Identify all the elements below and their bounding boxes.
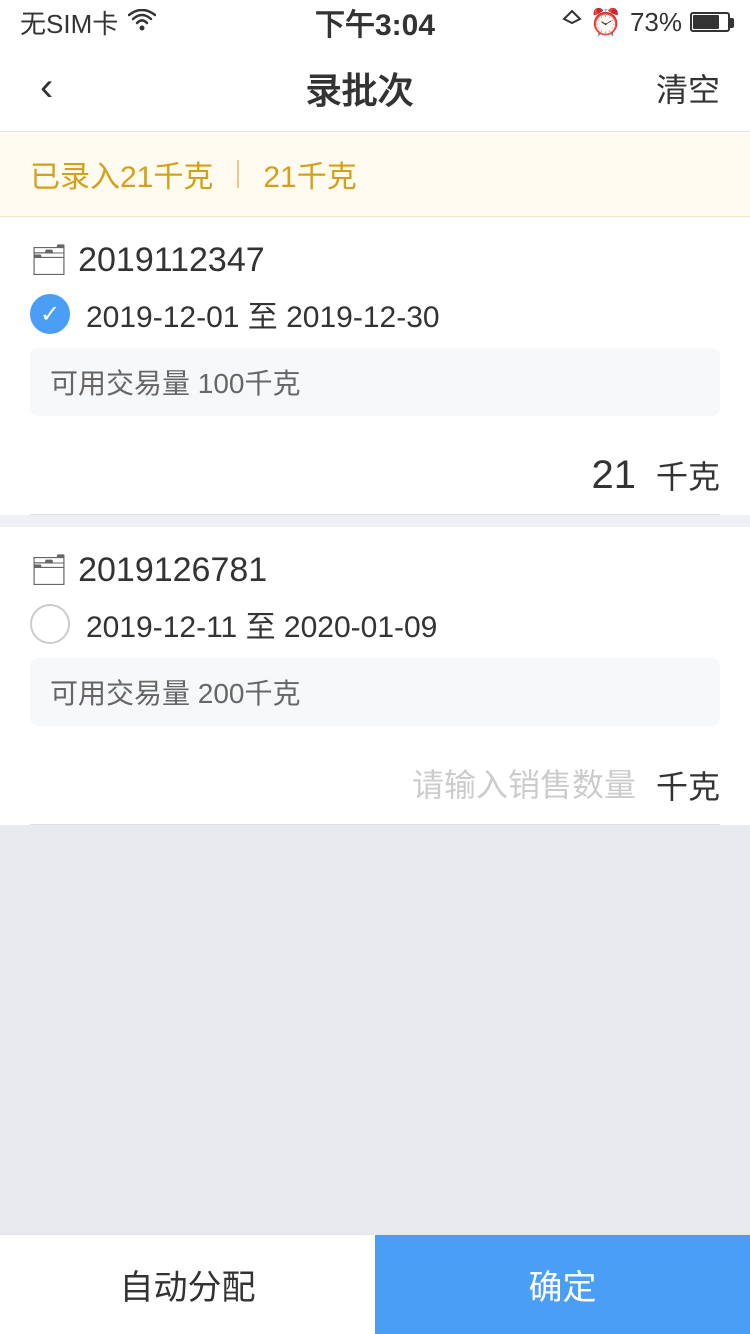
batch-date-1: 2019-12-01 至 2019-12-30 [86,292,440,336]
batch-date-2: 2019-12-11 至 2020-01-09 [86,602,437,646]
summary-divider [237,160,239,188]
status-signal: 无SIM卡 [20,4,156,41]
summary-banner: 已录入21千克 21千克 [0,132,750,217]
auto-distribute-button[interactable]: 自动分配 [0,1235,375,1334]
batch-number-1: 2019112347 [78,241,265,280]
clear-button[interactable]: 清空 [656,65,720,111]
batch-available-2: 可用交易量 200千克 [30,658,720,726]
quantity-row-1: 21 千克 [0,436,750,514]
gray-fill-area [0,825,750,1234]
content-wrapper: 已录入21千克 21千克 🗂 2019112347 ✓ 2019-12-01 至… [0,132,750,1234]
batch-header-1: 🗂 2019112347 [0,217,750,292]
quantity-row-2: 千克 [0,746,750,824]
summary-label: 已录入21千克 [30,152,213,196]
page-title: 录批次 [306,62,414,114]
batch-number-2: 2019126781 [78,551,267,590]
batch-icon-1: 🗂 [30,243,68,278]
quantity-value-1: 21 [30,453,636,498]
wifi-icon [128,7,156,38]
quantity-input-2[interactable] [30,767,636,804]
batch-date-row-1: ✓ 2019-12-01 至 2019-12-30 [0,292,750,348]
radio-button-1[interactable]: ✓ [30,294,70,334]
batch-card-2: 🗂 2019126781 2019-12-11 至 2020-01-09 可用交… [0,527,750,825]
batch-header-2: 🗂 2019126781 [0,527,750,602]
alarm-icon: ⏰ [590,7,622,38]
batch-icon-2: 🗂 [30,553,68,588]
status-right: ⏰ 73% [562,7,730,38]
check-icon-1: ✓ [40,300,60,329]
summary-amount: 21千克 [263,152,356,196]
batch-available-1: 可用交易量 100千克 [30,348,720,416]
battery-icon [690,12,730,32]
battery-text: 73% [630,7,682,38]
quantity-unit-1: 千克 [656,452,720,498]
quantity-unit-2: 千克 [656,762,720,808]
batch-date-row-2: 2019-12-11 至 2020-01-09 [0,602,750,658]
no-sim-text: 无SIM卡 [20,4,118,41]
confirm-button[interactable]: 确定 [375,1235,750,1334]
bottom-bar: 自动分配 确定 [0,1234,750,1334]
status-bar: 无SIM卡 下午3:04 ⏰ 73% [0,0,750,44]
back-button[interactable]: ‹ [30,55,63,120]
batch-divider [0,515,750,527]
nav-bar: ‹ 录批次 清空 [0,44,750,132]
status-time: 下午3:04 [315,0,435,44]
location-icon [562,7,582,38]
batch-card-1: 🗂 2019112347 ✓ 2019-12-01 至 2019-12-30 可… [0,217,750,515]
radio-button-2[interactable] [30,604,70,644]
